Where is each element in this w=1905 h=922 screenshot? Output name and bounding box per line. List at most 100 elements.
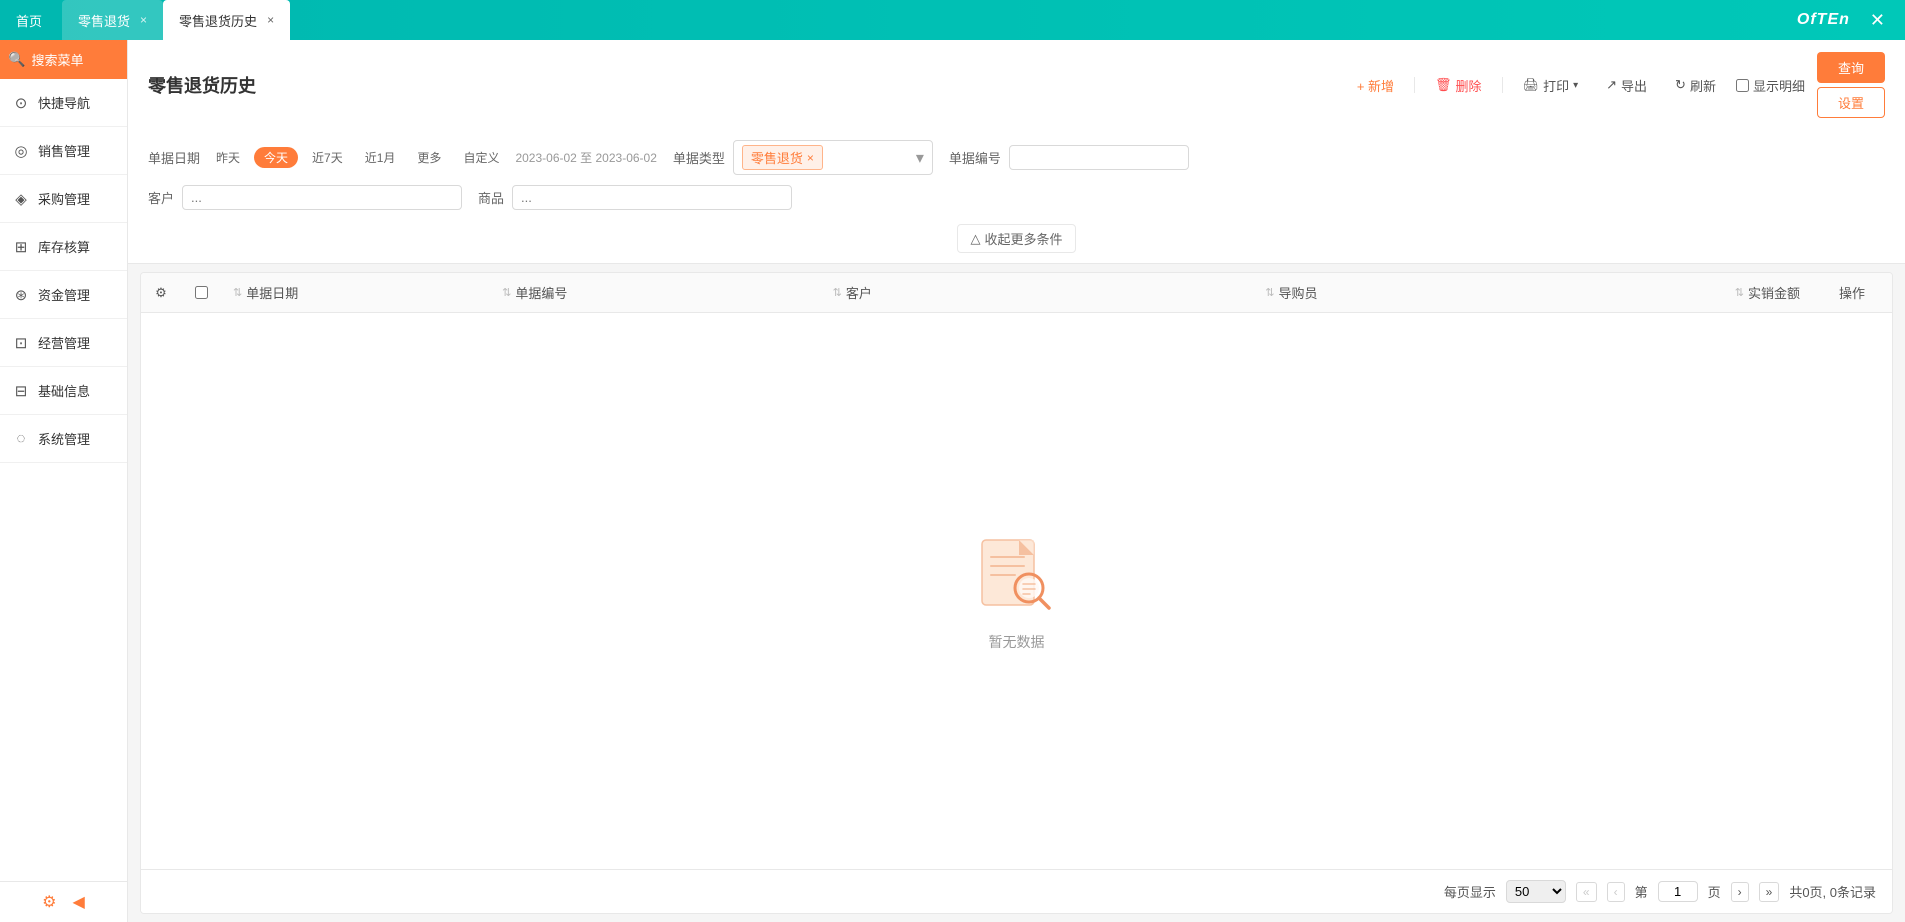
top-bar-right: OfTEn ✕ [1797,10,1905,31]
collapse-icon: △ [970,231,980,247]
sort-amount-icon[interactable]: ⇅ [1735,286,1744,299]
th-bill-date: ⇅ 单据日期 [221,283,490,302]
purchase-mgmt-icon: ◈ [12,190,30,208]
operations-icon: ⊡ [12,334,30,352]
collapse-button[interactable]: △ 收起更多条件 [957,224,1075,253]
search-icon: 🔍 [8,51,25,68]
sidebar-item-purchase-mgmt[interactable]: ◈ 采购管理 [0,175,127,223]
system-mgmt-label: 系统管理 [38,429,90,448]
date-btn-7days[interactable]: 近7天 [304,147,351,168]
sidebar-bottom: ⚙ ◀ [0,881,127,922]
window-close-button[interactable]: ✕ [1866,10,1889,31]
date-filter-buttons: 昨天 今天 近7天 近1月 更多 自定义 [208,147,507,168]
first-page-button[interactable]: « [1576,882,1597,902]
tab-retail-return[interactable]: 零售退货 × [62,0,163,40]
table-settings-icon[interactable]: ⚙ [155,285,167,301]
table-container: ⚙ ⇅ 单据日期 ⇅ 单据编号 ⇅ 客户 ⇅ [140,272,1893,914]
refresh-button[interactable]: ↻ 刷新 [1667,72,1724,99]
sidebar-item-inventory[interactable]: ⊞ 库存核算 [0,223,127,271]
delete-button[interactable]: 🗑 删除 [1427,72,1490,99]
sort-guide-icon[interactable]: ⇅ [1265,286,1274,299]
date-btn-yesterday[interactable]: 昨天 [208,147,248,168]
date-btn-custom[interactable]: 自定义 [455,147,507,168]
customer-input[interactable] [182,185,462,210]
sidebar-search[interactable]: 🔍 搜索菜单 [0,40,127,79]
page-title: 零售退货历史 [148,72,256,98]
refresh-icon: ↻ [1675,77,1686,93]
date-btn-more[interactable]: 更多 [409,147,449,168]
sidebar-nav: ⊙ 快捷导航 ◎ 销售管理 ◈ 采购管理 ⊞ 库存核算 ⊛ 资金管理 ⊡ 经营管… [0,79,127,881]
page-number-input[interactable] [1658,881,1698,902]
table-body: 暂无数据 [141,313,1892,869]
bill-type-remove-icon[interactable]: × [807,151,814,165]
query-button[interactable]: 查询 [1817,52,1885,83]
page-title-row: 零售退货历史 + 新增 🗑 删除 🖨 打印 ▾ ↗ [148,52,1885,118]
th-amount: ⇅ 实销金额 [1584,283,1812,302]
th-guide: ⇅ 导购员 [1253,283,1583,302]
last-page-button[interactable]: » [1759,882,1780,902]
retail-return-close-icon[interactable]: × [140,13,147,27]
sidebar-item-system-mgmt[interactable]: ◌ 系统管理 [0,415,127,463]
toolbar: + 新增 🗑 删除 🖨 打印 ▾ ↗ 导出 [1349,52,1885,118]
sidebar-search-label: 搜索菜单 [31,50,83,69]
sort-customer-icon[interactable]: ⇅ [833,286,842,299]
date-btn-today[interactable]: 今天 [254,147,298,168]
retail-return-history-label: 零售退货历史 [179,11,257,30]
export-button[interactable]: ↗ 导出 [1598,72,1655,99]
retail-return-history-close-icon[interactable]: × [267,13,274,27]
retail-return-label: 零售退货 [78,11,130,30]
date-btn-1month[interactable]: 近1月 [357,147,404,168]
pagination: 每页显示 20 50 100 « ‹ 第 页 › » 共0页, 0条记录 [141,869,1892,913]
customer-label: 客户 [148,188,174,207]
table-header: ⚙ ⇅ 单据日期 ⇅ 单据编号 ⇅ 客户 ⇅ [141,273,1892,313]
bill-type-group: 单据类型 零售退货 × ▾ [673,140,933,175]
show-detail-checkbox[interactable] [1736,79,1749,92]
next-page-button[interactable]: › [1731,882,1749,902]
goods-input[interactable] [512,185,792,210]
page-label: 第 [1635,882,1648,901]
bill-type-label: 单据类型 [673,148,725,167]
filter-area: 单据日期 昨天 今天 近7天 近1月 更多 自定义 2023-06-02 至 2… [148,130,1885,263]
bill-type-selector[interactable]: 零售退货 × ▾ [733,140,933,175]
print-button[interactable]: 🖨 打印 ▾ [1515,72,1587,99]
tab-home[interactable]: 首页 [0,0,58,40]
toolbar-sep-1 [1414,77,1415,93]
per-page-select[interactable]: 20 50 100 [1506,880,1566,903]
select-all-checkbox[interactable] [195,286,208,299]
th-checkbox[interactable] [181,286,221,299]
finance-label: 资金管理 [38,285,90,304]
bill-no-input[interactable] [1009,145,1189,170]
sidebar-item-finance[interactable]: ⊛ 资金管理 [0,271,127,319]
sidebar-item-quick-nav[interactable]: ⊙ 快捷导航 [0,79,127,127]
bill-no-label: 单据编号 [949,148,1001,167]
main-layout: 🔍 搜索菜单 ⊙ 快捷导航 ◎ 销售管理 ◈ 采购管理 ⊞ 库存核算 ⊛ 资金管 [0,40,1905,922]
bill-type-chevron-icon: ▾ [916,148,924,168]
prev-page-button[interactable]: ‹ [1607,882,1625,902]
sort-bill-date-icon[interactable]: ⇅ [233,286,242,299]
th-bill-no: ⇅ 单据编号 [490,283,820,302]
collapse-sidebar-icon[interactable]: ◀ [73,892,85,912]
add-button[interactable]: + 新增 [1349,72,1402,99]
page-unit-label: 页 [1708,882,1721,901]
toolbar-sep-2 [1502,77,1503,93]
settings-bottom-icon[interactable]: ⚙ [42,892,56,912]
delete-icon: 🗑 [1435,77,1452,93]
sidebar-item-operations[interactable]: ⊡ 经营管理 [0,319,127,367]
sidebar-item-sales-mgmt[interactable]: ◎ 销售管理 [0,127,127,175]
bill-date-group: 单据日期 昨天 今天 近7天 近1月 更多 自定义 2023-06-02 至 2… [148,147,657,168]
print-icon: 🖨 [1523,77,1540,93]
bill-no-group: 单据编号 [949,145,1189,170]
th-settings[interactable]: ⚙ [141,285,181,301]
goods-group: 商品 [478,185,792,210]
per-page-label: 每页显示 [1444,882,1496,901]
tab-bar: 首页 零售退货 × 零售退货历史 × [0,0,1797,40]
content-area: 零售退货历史 + 新增 🗑 删除 🖨 打印 ▾ ↗ [128,40,1905,922]
sidebar-item-basic-info[interactable]: ⊟ 基础信息 [0,367,127,415]
settings-button[interactable]: 设置 [1817,87,1885,118]
sort-bill-no-icon[interactable]: ⇅ [502,286,511,299]
bill-date-label: 单据日期 [148,148,200,167]
tab-retail-return-history[interactable]: 零售退货历史 × [163,0,290,40]
total-records-label: 共0页, 0条记录 [1789,882,1876,901]
th-customer: ⇅ 客户 [821,283,1254,302]
filter-row-2: 客户 商品 [148,185,1885,210]
